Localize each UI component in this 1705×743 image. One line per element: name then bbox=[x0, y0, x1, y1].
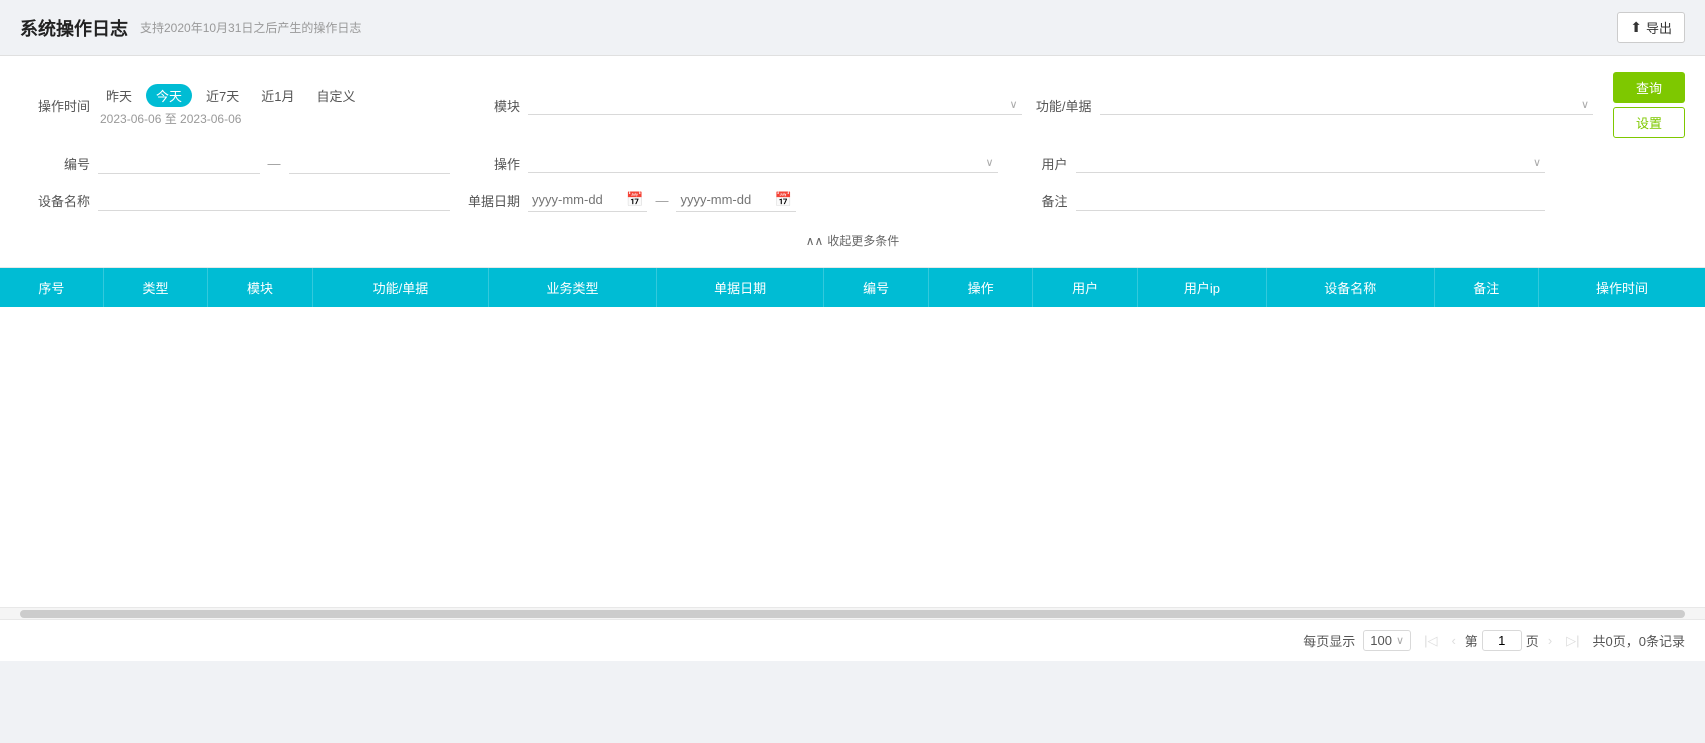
operation-filter-col: 操作 ∨ bbox=[450, 153, 998, 173]
operation-chevron-icon: ∨ bbox=[985, 156, 993, 169]
table-header-row: 序号 类型 模块 功能/单据 业务类型 单据日期 编号 操作 用户 用户ip 设… bbox=[0, 268, 1705, 307]
page-subtitle: 支持2020年10月31日之后产生的操作日志 bbox=[140, 19, 361, 36]
scrollbar-thumb[interactable] bbox=[20, 610, 1685, 618]
bottom-bar: 每页显示 100 ∨ |◁ ‹ 第 页 › ▷| 共0页，0条记录 bbox=[0, 619, 1705, 661]
col-voucher-date: 单据日期 bbox=[656, 268, 824, 307]
total-info: 共0页，0条记录 bbox=[1593, 631, 1685, 650]
per-page-label: 每页显示 bbox=[1303, 631, 1355, 650]
pagination: |◁ ‹ 第 页 › ▷| bbox=[1419, 630, 1584, 651]
date-start-wrap: 📅 bbox=[528, 188, 647, 212]
empty-area bbox=[0, 307, 1705, 607]
date-end-input[interactable] bbox=[680, 192, 770, 207]
col-code: 编号 bbox=[824, 268, 928, 307]
col-module: 模块 bbox=[208, 268, 312, 307]
remark-label: 备注 bbox=[998, 191, 1068, 210]
collapse-chevron-icon: ∧∧ bbox=[806, 234, 824, 248]
function-filter-col: 功能/单据 ∨ bbox=[1022, 95, 1594, 115]
function-label: 功能/单据 bbox=[1022, 96, 1092, 115]
module-label: 模块 bbox=[450, 96, 520, 115]
action-buttons: 查询 设置 bbox=[1613, 72, 1685, 138]
calendar-start-icon[interactable]: 📅 bbox=[626, 191, 643, 208]
col-business-type: 业务类型 bbox=[489, 268, 657, 307]
time-btn-today[interactable]: 今天 bbox=[146, 84, 192, 107]
last-page-button[interactable]: ▷| bbox=[1561, 631, 1584, 651]
collapse-bar: ∧∧ 收起更多条件 bbox=[20, 226, 1685, 259]
time-label: 操作时间 bbox=[20, 96, 90, 115]
export-button[interactable]: ⬆ 导出 bbox=[1617, 12, 1685, 43]
col-user-ip: 用户ip bbox=[1137, 268, 1266, 307]
scrollbar-area[interactable] bbox=[0, 607, 1705, 619]
col-user: 用户 bbox=[1033, 268, 1137, 307]
time-btn-1month[interactable]: 近1月 bbox=[253, 84, 302, 107]
code-label: 编号 bbox=[20, 154, 90, 173]
next-page-button[interactable]: › bbox=[1543, 631, 1557, 650]
device-label: 设备名称 bbox=[20, 191, 90, 210]
page-size-chevron-icon: ∨ bbox=[1396, 634, 1404, 647]
col-seq: 序号 bbox=[0, 268, 103, 307]
page-unit: 页 bbox=[1526, 631, 1539, 650]
page-label: 第 bbox=[1465, 631, 1478, 650]
remark-input[interactable] bbox=[1076, 189, 1546, 211]
device-input[interactable] bbox=[98, 189, 450, 211]
prev-page-button[interactable]: ‹ bbox=[1446, 631, 1460, 650]
col-device-name: 设备名称 bbox=[1266, 268, 1434, 307]
time-btn-yesterday[interactable]: 昨天 bbox=[98, 84, 140, 107]
page-size-value: 100 bbox=[1370, 633, 1392, 648]
table-container: 序号 类型 模块 功能/单据 业务类型 单据日期 编号 操作 用户 用户ip 设… bbox=[0, 268, 1705, 607]
col-operation: 操作 bbox=[928, 268, 1032, 307]
device-filter-col: 设备名称 bbox=[20, 189, 450, 211]
page-header: 系统操作日志 支持2020年10月31日之后产生的操作日志 ⬆ 导出 bbox=[0, 0, 1705, 56]
time-range: 2023-06-06 至 2023-06-06 bbox=[100, 110, 364, 127]
filter-row-2: 编号 — 操作 ∨ 用户 ∨ bbox=[20, 152, 1685, 174]
time-buttons: 昨天 今天 近7天 近1月 自定义 bbox=[98, 84, 364, 107]
col-type: 类型 bbox=[103, 268, 207, 307]
module-select[interactable]: ∨ bbox=[528, 95, 1022, 115]
voucher-date-filter-col: 单据日期 📅 — 📅 bbox=[450, 188, 998, 212]
code-filter-col: 编号 — bbox=[20, 152, 450, 174]
remark-filter-col: 备注 bbox=[998, 189, 1546, 211]
col-remark: 备注 bbox=[1434, 268, 1538, 307]
collapse-button[interactable]: ∧∧ 收起更多条件 bbox=[806, 232, 900, 249]
first-page-button[interactable]: |◁ bbox=[1419, 631, 1442, 651]
module-filter-col: 模块 ∨ bbox=[450, 95, 1022, 115]
time-filter-group: 昨天 今天 近7天 近1月 自定义 2023-06-06 至 2023-06-0… bbox=[98, 84, 364, 127]
user-label: 用户 bbox=[998, 154, 1068, 173]
settings-button[interactable]: 设置 bbox=[1613, 107, 1685, 138]
code-start-input[interactable] bbox=[98, 152, 260, 174]
voucher-date-label: 单据日期 bbox=[450, 191, 520, 210]
function-select[interactable]: ∨ bbox=[1100, 95, 1594, 115]
filter-area: 操作时间 昨天 今天 近7天 近1月 自定义 2023-06-06 至 2023… bbox=[0, 56, 1705, 268]
user-select[interactable]: ∨ bbox=[1076, 153, 1546, 173]
function-chevron-icon: ∨ bbox=[1581, 98, 1589, 111]
time-btn-7days[interactable]: 近7天 bbox=[198, 84, 247, 107]
time-btn-custom[interactable]: 自定义 bbox=[309, 84, 364, 107]
code-end-input[interactable] bbox=[289, 152, 451, 174]
col-function: 功能/单据 bbox=[312, 268, 488, 307]
col-op-time: 操作时间 bbox=[1539, 268, 1705, 307]
filter-row-3: 设备名称 单据日期 📅 — 📅 备注 bbox=[20, 188, 1685, 212]
code-dash: — bbox=[268, 156, 281, 171]
data-table: 序号 类型 模块 功能/单据 业务类型 单据日期 编号 操作 用户 用户ip 设… bbox=[0, 268, 1705, 307]
user-chevron-icon: ∨ bbox=[1533, 156, 1541, 169]
operation-label: 操作 bbox=[450, 154, 520, 173]
date-end-wrap: 📅 bbox=[676, 188, 795, 212]
module-chevron-icon: ∨ bbox=[1009, 98, 1017, 111]
operation-select[interactable]: ∨ bbox=[528, 153, 998, 173]
query-button[interactable]: 查询 bbox=[1613, 72, 1685, 103]
page-input[interactable] bbox=[1482, 630, 1522, 651]
table-header: 序号 类型 模块 功能/单据 业务类型 单据日期 编号 操作 用户 用户ip 设… bbox=[0, 268, 1705, 307]
calendar-end-icon[interactable]: 📅 bbox=[774, 191, 791, 208]
time-filter-col: 操作时间 昨天 今天 近7天 近1月 自定义 2023-06-06 至 2023… bbox=[20, 84, 450, 127]
date-dash: — bbox=[655, 193, 668, 208]
collapse-label: 收起更多条件 bbox=[827, 232, 899, 249]
date-start-input[interactable] bbox=[532, 192, 622, 207]
export-icon: ⬆ bbox=[1630, 19, 1642, 36]
user-filter-col: 用户 ∨ bbox=[998, 153, 1546, 173]
export-label: 导出 bbox=[1646, 18, 1672, 37]
filter-row-1: 操作时间 昨天 今天 近7天 近1月 自定义 2023-06-06 至 2023… bbox=[20, 72, 1685, 138]
page-size-select[interactable]: 100 ∨ bbox=[1363, 630, 1411, 651]
page-title: 系统操作日志 bbox=[20, 15, 128, 41]
